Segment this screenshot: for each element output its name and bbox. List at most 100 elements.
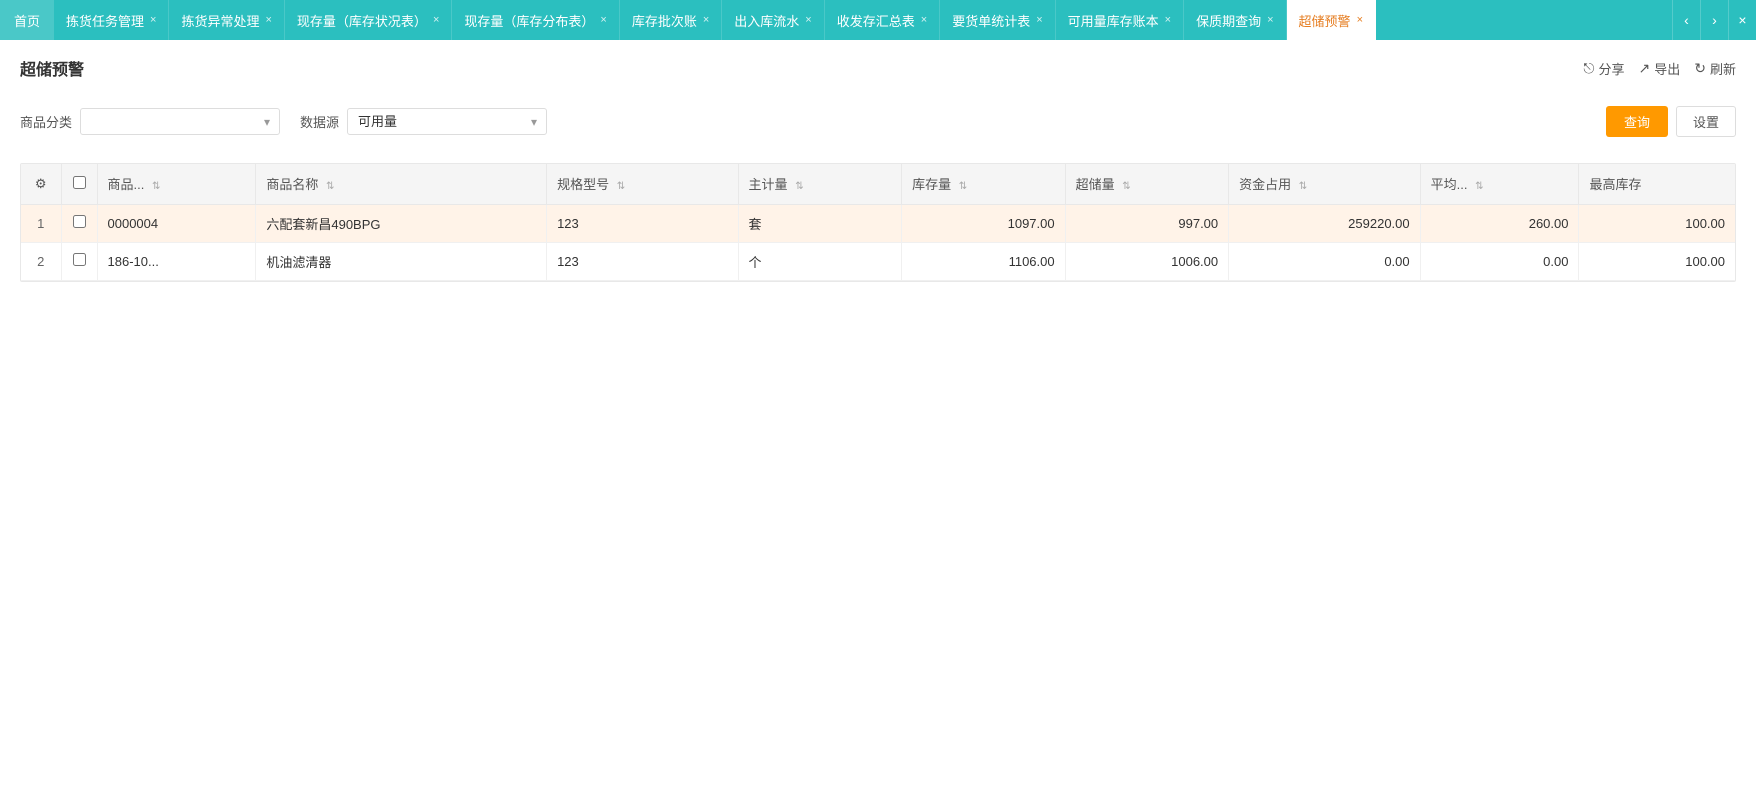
- tab-overstock-warning[interactable]: 超储预警 ×: [1287, 0, 1376, 40]
- tab-pijian-task[interactable]: 拣货任务管理 ×: [54, 0, 169, 40]
- cell-spec-1: 123: [547, 242, 738, 280]
- sort-capital-icon[interactable]: ⇅: [1299, 181, 1307, 192]
- th-checkbox[interactable]: [61, 164, 97, 204]
- export-button[interactable]: ↗ 导出: [1639, 59, 1681, 78]
- tab-pijian-exception[interactable]: 拣货异常处理 ×: [169, 0, 284, 40]
- datasource-filter-group: 数据源 可用量 库存量: [300, 108, 547, 135]
- refresh-button[interactable]: ↻ 刷新: [1694, 59, 1736, 78]
- cell-checkbox-0[interactable]: [61, 204, 97, 242]
- tab-close-5[interactable]: ×: [703, 14, 709, 26]
- row-checkbox-1[interactable]: [73, 253, 86, 266]
- cell-capital-0: 259220.00: [1229, 204, 1420, 242]
- category-filter-group: 商品分类: [20, 108, 280, 135]
- page-header: 超储预警 ⎋ 分享 ↗ 导出 ↻ 刷新: [20, 56, 1736, 80]
- th-unit: 主计量 ⇅: [738, 164, 902, 204]
- datasource-select[interactable]: 可用量 库存量: [347, 108, 547, 135]
- cell-capital-1: 0.00: [1229, 242, 1420, 280]
- gear-icon: ⚙: [35, 176, 47, 191]
- tab-close-3[interactable]: ×: [433, 14, 439, 26]
- cell-num-0: 1: [21, 204, 61, 242]
- nav-arrow-right[interactable]: ›: [1700, 0, 1728, 40]
- cell-code-1: 186-10...: [97, 242, 256, 280]
- tab-close-4[interactable]: ×: [600, 14, 606, 26]
- settings-button[interactable]: 设置: [1676, 106, 1736, 137]
- sort-spec-icon[interactable]: ⇅: [617, 181, 625, 192]
- overstock-table: ⚙ 商品... ⇅ 商品名称 ⇅ 规格型号 ⇅: [21, 164, 1735, 281]
- cell-unit-1: 个: [738, 242, 902, 280]
- tab-close-6[interactable]: ×: [805, 14, 811, 26]
- cell-code-0: 0000004: [97, 204, 256, 242]
- sort-avg-icon[interactable]: ⇅: [1475, 181, 1483, 192]
- th-spec-label: 规格型号: [557, 177, 609, 192]
- table-header-row: ⚙ 商品... ⇅ 商品名称 ⇅ 规格型号 ⇅: [21, 164, 1735, 204]
- table-body: 1 0000004 六配套新昌490BPG 123 套 1097.00 997.…: [21, 204, 1735, 280]
- tab-inventory-status[interactable]: 现存量（库存状况表） ×: [285, 0, 452, 40]
- nav-arrow-left[interactable]: ‹: [1672, 0, 1700, 40]
- th-name: 商品名称 ⇅: [256, 164, 547, 204]
- cell-stock-1: 1106.00: [902, 242, 1066, 280]
- cell-maxstock-0: 100.00: [1579, 204, 1735, 242]
- th-unit-label: 主计量: [749, 177, 788, 192]
- cell-maxstock-1: 100.00: [1579, 242, 1735, 280]
- tab-close-8[interactable]: ×: [1036, 14, 1042, 26]
- query-button[interactable]: 查询: [1606, 106, 1668, 137]
- th-spec: 规格型号 ⇅: [547, 164, 738, 204]
- th-name-label: 商品名称: [266, 177, 318, 192]
- category-select-wrapper: [80, 108, 280, 135]
- sort-overstock-icon[interactable]: ⇅: [1122, 181, 1130, 192]
- th-capital-label: 资金占用: [1239, 177, 1291, 192]
- cell-stock-0: 1097.00: [902, 204, 1066, 242]
- cell-unit-0: 套: [738, 204, 902, 242]
- tab-close-1[interactable]: ×: [150, 14, 156, 26]
- tab-inventory-dist[interactable]: 现存量（库存分布表） ×: [452, 0, 619, 40]
- select-all-checkbox[interactable]: [73, 176, 86, 189]
- header-actions: ⎋ 分享 ↗ 导出 ↻ 刷新: [1583, 59, 1736, 78]
- tab-close-2[interactable]: ×: [265, 14, 271, 26]
- cell-checkbox-1[interactable]: [61, 242, 97, 280]
- th-code-label: 商品...: [108, 177, 145, 192]
- th-stock-label: 库存量: [912, 177, 951, 192]
- sort-name-icon[interactable]: ⇅: [326, 181, 334, 192]
- nav-home[interactable]: 首页: [0, 0, 54, 40]
- filter-area: 商品分类 数据源 可用量 库存量 查询 设置: [20, 96, 1736, 147]
- tab-close-10[interactable]: ×: [1267, 14, 1273, 26]
- cell-overstock-0: 997.00: [1065, 204, 1229, 242]
- th-gear[interactable]: ⚙: [21, 164, 61, 204]
- tab-available-ledger[interactable]: 可用量库存账本 ×: [1056, 0, 1184, 40]
- th-capital: 资金占用 ⇅: [1229, 164, 1420, 204]
- tab-close-7[interactable]: ×: [921, 14, 927, 26]
- refresh-icon: ↻: [1694, 60, 1706, 77]
- cell-avg-1: 0.00: [1420, 242, 1579, 280]
- th-code: 商品... ⇅: [97, 164, 256, 204]
- share-icon: ⎋: [1583, 60, 1594, 77]
- cell-num-1: 2: [21, 242, 61, 280]
- cell-name-1: 机油滤清器: [256, 242, 547, 280]
- nav-arrow-close[interactable]: ×: [1728, 0, 1756, 40]
- tab-collect-summary[interactable]: 收发存汇总表 ×: [825, 0, 940, 40]
- cell-overstock-1: 1006.00: [1065, 242, 1229, 280]
- tab-close-9[interactable]: ×: [1165, 14, 1171, 26]
- row-checkbox-0[interactable]: [73, 215, 86, 228]
- tab-inout-flow[interactable]: 出入库流水 ×: [722, 0, 824, 40]
- cell-name-0: 六配套新昌490BPG: [256, 204, 547, 242]
- category-select[interactable]: [80, 108, 280, 135]
- sort-unit-icon[interactable]: ⇅: [795, 181, 803, 192]
- th-overstock-label: 超储量: [1076, 177, 1115, 192]
- page-title: 超储预警: [20, 56, 84, 80]
- export-icon: ↗: [1639, 60, 1651, 77]
- tab-quality-query[interactable]: 保质期查询 ×: [1184, 0, 1286, 40]
- table-row: 2 186-10... 机油滤清器 123 个 1106.00 1006.00 …: [21, 242, 1735, 280]
- th-maxstock: 最高库存: [1579, 164, 1735, 204]
- sort-stock-icon[interactable]: ⇅: [959, 181, 967, 192]
- cell-spec-0: 123: [547, 204, 738, 242]
- tab-close-11[interactable]: ×: [1357, 14, 1363, 26]
- page-content: 超储预警 ⎋ 分享 ↗ 导出 ↻ 刷新 商品分类: [0, 40, 1756, 800]
- tab-batch-account[interactable]: 库存批次账 ×: [620, 0, 722, 40]
- sort-code-icon[interactable]: ⇅: [152, 181, 160, 192]
- share-button[interactable]: ⎋ 分享: [1583, 59, 1624, 78]
- top-nav: 首页 拣货任务管理 × 拣货异常处理 × 现存量（库存状况表） × 现存量（库存…: [0, 0, 1756, 40]
- th-avg: 平均... ⇅: [1420, 164, 1579, 204]
- tab-order-stats[interactable]: 要货单统计表 ×: [940, 0, 1055, 40]
- th-overstock: 超储量 ⇅: [1065, 164, 1229, 204]
- data-table: ⚙ 商品... ⇅ 商品名称 ⇅ 规格型号 ⇅: [20, 163, 1736, 282]
